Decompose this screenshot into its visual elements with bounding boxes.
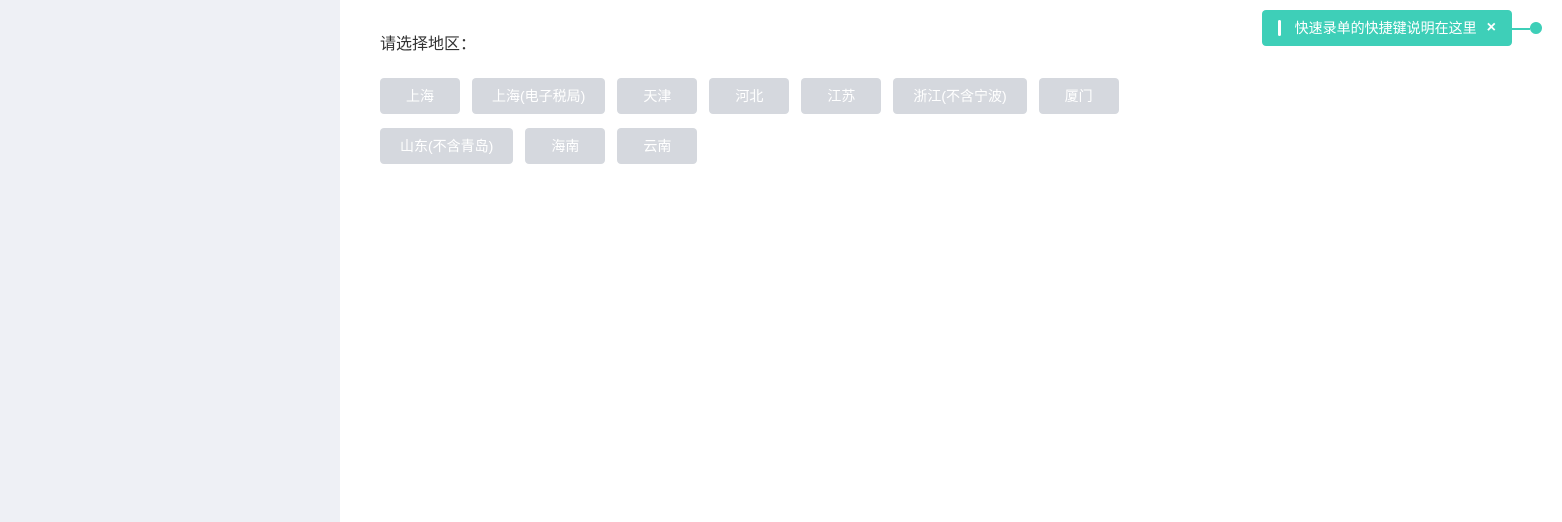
- region-btn-zhejiang[interactable]: 浙江(不含宁波): [893, 78, 1026, 114]
- region-btn-shanghai-etax[interactable]: 上海(电子税局): [472, 78, 605, 114]
- region-btn-shanghai[interactable]: 上海: [380, 78, 460, 114]
- region-btn-hebei[interactable]: 河北: [709, 78, 789, 114]
- region-row-2: 山东(不含青岛) 海南云南: [380, 128, 1522, 164]
- region-btn-xiamen[interactable]: 厦门: [1039, 78, 1119, 114]
- tooltip-indicator-dot: [1530, 22, 1542, 34]
- region-btn-hainan[interactable]: 海南: [525, 128, 605, 164]
- region-btn-tianjin[interactable]: 天津: [617, 78, 697, 114]
- main-content: 请选择地区： 上海上海(电子税局)天津河北江苏浙江(不含宁波)厦门 山东(不含青…: [340, 0, 1562, 522]
- region-btn-yunnan[interactable]: 云南: [617, 128, 697, 164]
- tooltip-text: 快速录单的快捷键说明在这里: [1295, 18, 1477, 38]
- sidebar: [0, 0, 340, 522]
- tooltip-connector-line: [1510, 28, 1530, 30]
- region-btn-shandong[interactable]: 山东(不含青岛): [380, 128, 513, 164]
- region-btn-jiangsu[interactable]: 江苏: [801, 78, 881, 114]
- tooltip-banner: 快速录单的快捷键说明在这里 ×: [1262, 10, 1512, 46]
- region-row-1: 上海上海(电子税局) 天津河北江苏浙江(不含宁波) 厦门: [380, 78, 1522, 114]
- tooltip-close-button[interactable]: ×: [1487, 20, 1496, 36]
